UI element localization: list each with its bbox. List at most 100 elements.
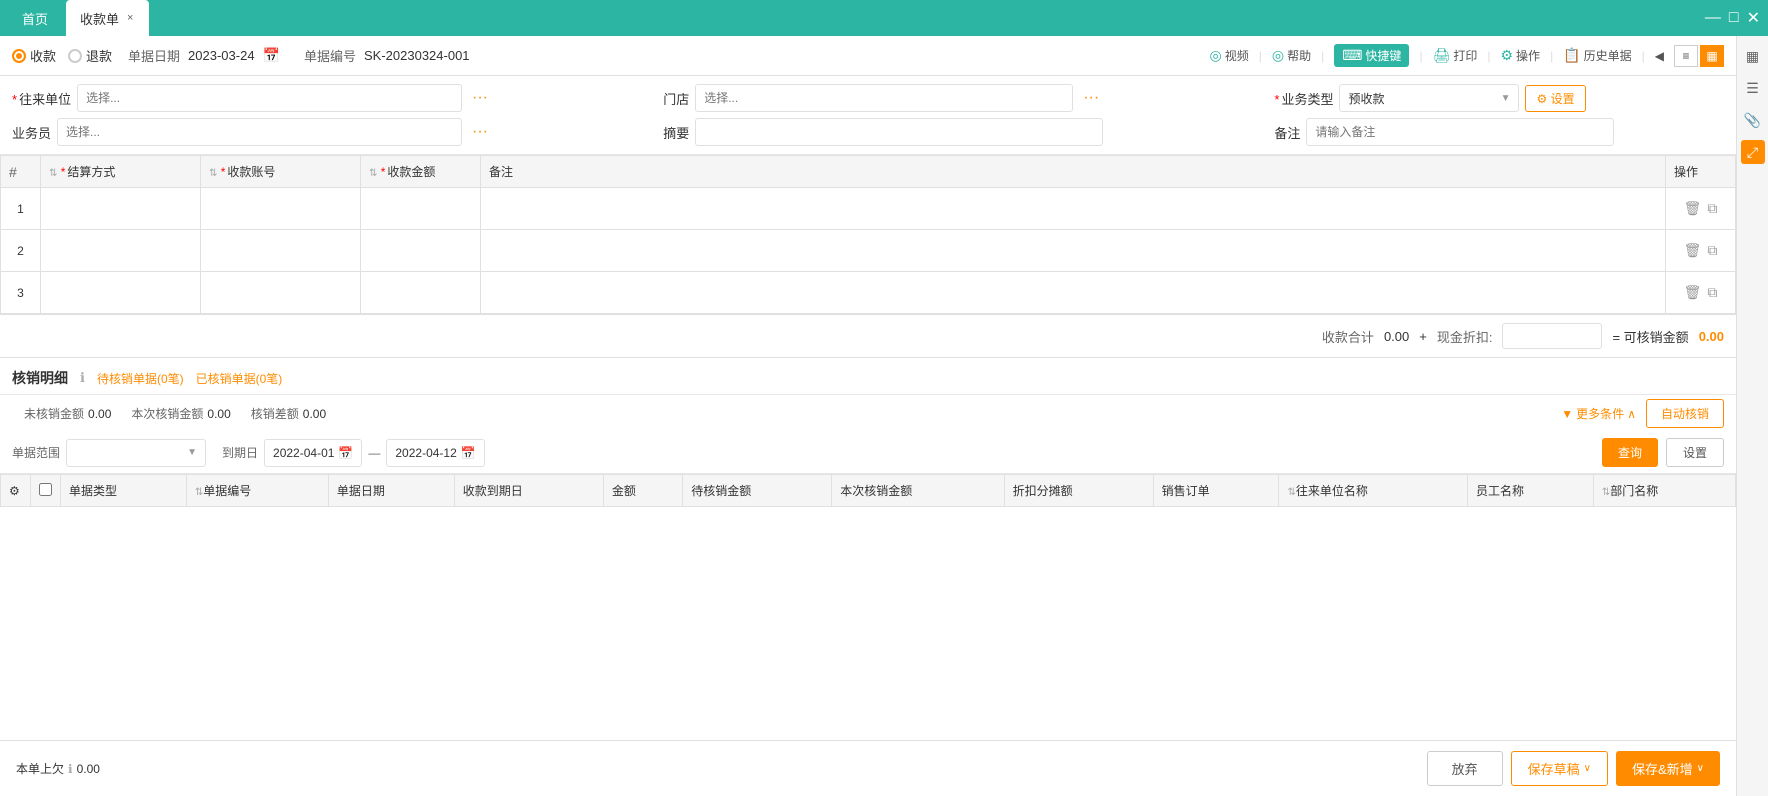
- staff-label: 业务员: [12, 123, 51, 142]
- setting-button[interactable]: ⚙ 设置: [1525, 85, 1585, 112]
- row2-remark[interactable]: [481, 230, 1666, 272]
- biz-type-select[interactable]: 预收款 ▼: [1339, 84, 1519, 112]
- detail-info-icon[interactable]: ℹ: [80, 370, 85, 386]
- shop-more-icon[interactable]: ···: [1079, 89, 1103, 107]
- discount-input[interactable]: [1502, 323, 1602, 349]
- remark-input[interactable]: [1306, 118, 1614, 146]
- row1-amount-input[interactable]: [361, 188, 480, 229]
- row3-remark[interactable]: [481, 272, 1666, 314]
- abandon-button[interactable]: 放弃: [1427, 751, 1503, 786]
- calendar-icon[interactable]: 📅: [263, 47, 280, 64]
- print-btn[interactable]: 🖨 打印: [1433, 47, 1478, 64]
- row2-copy-icon[interactable]: ⧉: [1707, 242, 1717, 259]
- filter-row: 单据范围 ▼ 到期日 2022-04-01 📅 — 2022-04-12 �: [0, 432, 1736, 474]
- this-doc-info-icon[interactable]: ℹ: [68, 762, 73, 776]
- radio-receipt[interactable]: 收款: [12, 46, 56, 65]
- row2-amount[interactable]: [361, 230, 481, 272]
- row3-op: 🗑 ⧉: [1666, 272, 1736, 314]
- nav-prev-btn[interactable]: ◀: [1655, 49, 1664, 63]
- filter-setting-button[interactable]: 设置: [1666, 438, 1724, 467]
- tab-close-icon[interactable]: ×: [125, 10, 135, 26]
- row3-delete-icon[interactable]: 🗑: [1684, 284, 1702, 301]
- staff-more-icon[interactable]: ···: [468, 123, 492, 141]
- pending-tab-link[interactable]: 待核销单据(0笔): [97, 370, 184, 387]
- row3-settle-input[interactable]: [41, 272, 200, 313]
- doc-range-select[interactable]: ▼: [66, 439, 206, 467]
- row1-remark-input[interactable]: [481, 188, 1665, 229]
- help-btn[interactable]: ◎ 帮助: [1272, 47, 1311, 64]
- row3-remark-input[interactable]: [481, 272, 1665, 313]
- detail-stats: 未核销金额 0.00 本次核销金额 0.00 核销差额 0.00: [12, 399, 338, 428]
- tab-receipt[interactable]: 收款单 ×: [66, 0, 149, 36]
- more-conditions-btn[interactable]: ▼ 更多条件 ∧: [1561, 405, 1636, 422]
- row1-account-input[interactable]: [201, 188, 360, 229]
- sidebar-table-icon[interactable]: ▦: [1741, 44, 1765, 68]
- row2-settle-input[interactable]: [41, 230, 200, 271]
- window-controls: — □ ✕: [1705, 8, 1760, 28]
- auto-write-button[interactable]: 自动核销: [1646, 399, 1724, 428]
- shop-input[interactable]: [695, 84, 1073, 112]
- th-remark: 备注: [481, 156, 1666, 188]
- query-button[interactable]: 查询: [1602, 438, 1658, 467]
- calendar-from-icon: 📅: [338, 446, 353, 460]
- row3-amount[interactable]: [361, 272, 481, 314]
- bottom-info: 本单上欠 ℹ 0.00: [16, 760, 100, 777]
- this-doc-value: 0.00: [77, 762, 100, 776]
- partner-more-icon[interactable]: ···: [468, 89, 492, 107]
- video-btn[interactable]: ◎ 视频: [1209, 47, 1248, 64]
- window-max-icon[interactable]: □: [1729, 9, 1739, 27]
- row1-settle[interactable]: [41, 188, 201, 230]
- sidebar-expand-icon[interactable]: ⤢: [1741, 140, 1765, 164]
- window-min-icon[interactable]: —: [1705, 9, 1721, 27]
- save-draft-chevron-icon: ∨: [1584, 763, 1591, 774]
- date-from-picker[interactable]: 2022-04-01 📅: [264, 439, 362, 467]
- save-draft-button[interactable]: 保存草稿 ∨: [1511, 751, 1608, 786]
- summary-input[interactable]: [695, 118, 1103, 146]
- row3-settle[interactable]: [41, 272, 201, 314]
- shortcut-btn[interactable]: ⌨ 快捷键: [1334, 44, 1409, 67]
- this-doc-label: 本单上欠: [16, 760, 64, 777]
- select-all-checkbox[interactable]: [39, 483, 52, 496]
- sidebar-attach-icon[interactable]: 📎: [1741, 108, 1765, 132]
- history-icon: 📋: [1563, 47, 1580, 64]
- partner-input[interactable]: [77, 84, 462, 112]
- save-new-button[interactable]: 保存&新增 ∨: [1616, 751, 1720, 786]
- staff-input[interactable]: [57, 118, 462, 146]
- bottom-table-container[interactable]: ⚙ 单据类型 ⇅单据编号 单据日期 收款到期日 金额 待核销金额 本: [0, 474, 1736, 740]
- row1-copy-icon[interactable]: ⧉: [1707, 200, 1717, 217]
- row3-account-input[interactable]: [201, 272, 360, 313]
- row1-delete-icon[interactable]: 🗑: [1684, 200, 1702, 217]
- history-btn[interactable]: 📋 历史单据: [1563, 47, 1631, 64]
- sidebar-list-icon[interactable]: ☰: [1741, 76, 1765, 100]
- th-this-check: 本次核销金额: [832, 475, 1004, 507]
- layout-list-btn[interactable]: ≡: [1674, 45, 1698, 67]
- layout-icons: ≡ ▦: [1674, 45, 1724, 67]
- row2-account[interactable]: [201, 230, 361, 272]
- row1-settle-input[interactable]: [41, 188, 200, 229]
- row2-amount-input[interactable]: [361, 230, 480, 271]
- row3-amount-input[interactable]: [361, 272, 480, 313]
- done-tab-link[interactable]: 已核销单据(0笔): [196, 370, 283, 387]
- th-gear[interactable]: #: [1, 156, 41, 188]
- th-gear-bottom[interactable]: ⚙: [1, 475, 31, 507]
- row2-account-input[interactable]: [201, 230, 360, 271]
- form-section: *往来单位 ··· 门店 ··· *业务类型 预收款 ▼ ⚙ 设置: [0, 76, 1736, 155]
- action-btn[interactable]: ⚙ 操作: [1500, 47, 1540, 64]
- detail-header: 核销明细 ℹ 待核销单据(0笔) 已核销单据(0笔): [0, 358, 1736, 395]
- date-to-picker[interactable]: 2022-04-12 📅: [386, 439, 484, 467]
- filter-buttons: 查询 设置: [1602, 438, 1724, 467]
- layout-card-btn[interactable]: ▦: [1700, 45, 1724, 67]
- radio-refund[interactable]: 退款: [68, 46, 112, 65]
- tab-home[interactable]: 首页: [8, 0, 62, 36]
- row1-remark[interactable]: [481, 188, 1666, 230]
- row3-account[interactable]: [201, 272, 361, 314]
- unchecked-label: 未核销金额: [24, 405, 84, 422]
- doc-no-value: SK-20230324-001: [364, 48, 470, 63]
- row1-amount[interactable]: [361, 188, 481, 230]
- row2-delete-icon[interactable]: 🗑: [1684, 242, 1702, 259]
- row2-remark-input[interactable]: [481, 230, 1665, 271]
- row3-copy-icon[interactable]: ⧉: [1707, 284, 1717, 301]
- window-close-icon[interactable]: ✕: [1747, 8, 1760, 28]
- row1-account[interactable]: [201, 188, 361, 230]
- row2-settle[interactable]: [41, 230, 201, 272]
